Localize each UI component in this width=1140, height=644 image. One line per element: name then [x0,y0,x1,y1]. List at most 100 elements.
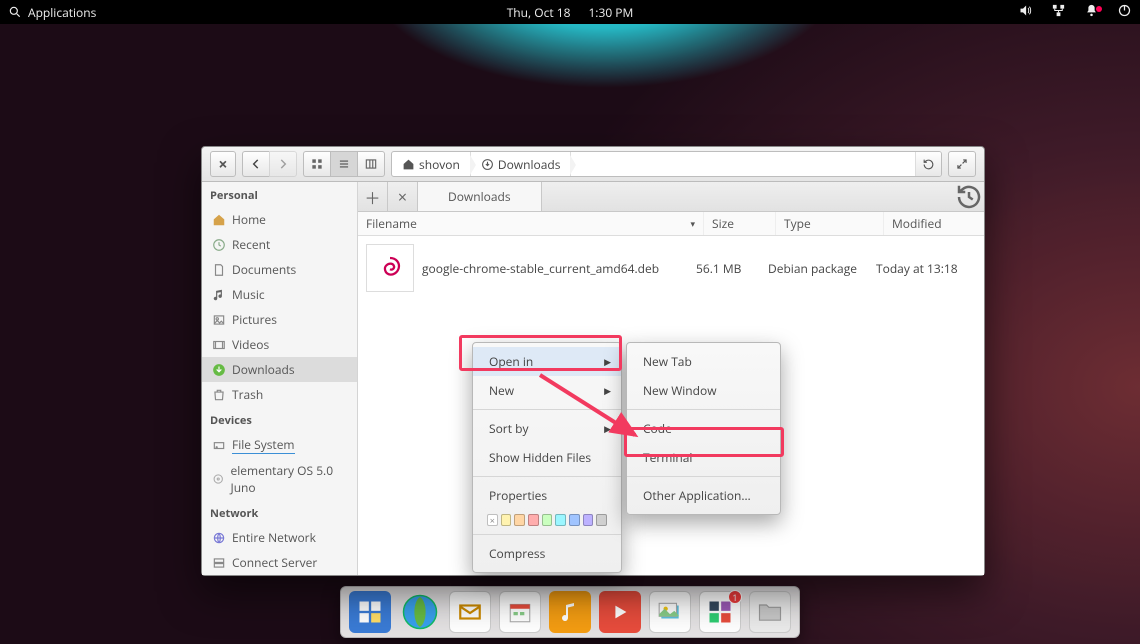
column-header: Filename▾ Size Type Modified [358,212,984,236]
notification-badge [1096,6,1102,12]
sidebar-item-music[interactable]: Music [202,282,357,307]
sidebar-item-videos[interactable]: Videos [202,332,357,357]
power-icon [1117,3,1132,18]
file-modified: Today at 13:18 [876,260,976,277]
ctx-sub-new-window[interactable]: New Window [627,376,780,405]
color-swatch[interactable] [501,514,512,526]
color-none[interactable]: × [487,514,498,526]
color-swatch[interactable] [542,514,553,526]
sort-indicator-icon: ▾ [690,217,695,230]
view-columns-button[interactable] [357,151,385,177]
dock-multitasking[interactable] [349,591,391,633]
ctx-sub-new-tab[interactable]: New Tab [627,347,780,376]
context-menu-main: Open in▶ New▶ Sort by▶ Show Hidden Files… [472,342,622,573]
maximize-icon [955,157,969,171]
notifications-indicator[interactable] [1084,3,1099,22]
applications-menu[interactable]: Applications [8,4,96,21]
sidebar-item-connect-server[interactable]: Connect Server [202,550,357,575]
fm-toolbar: × shovon Downloads [202,147,984,182]
reload-button[interactable] [915,152,941,176]
server-icon [212,556,226,570]
ctx-new[interactable]: New▶ [473,376,621,405]
dock-videos[interactable] [599,591,641,633]
ctx-show-hidden[interactable]: Show Hidden Files [473,443,621,472]
ctx-color-row: × [473,510,621,530]
ctx-sort-by[interactable]: Sort by▶ [473,414,621,443]
ctx-compress[interactable]: Compress [473,539,621,568]
photos-icon [657,599,683,625]
sidebar-item-recent[interactable]: Recent [202,232,357,257]
reload-icon [922,158,935,171]
color-swatch[interactable] [528,514,539,526]
sidebar-item-os-media[interactable]: elementary OS 5.0 Juno [202,458,357,500]
nav-forward-button[interactable] [269,151,297,177]
chevron-right-icon: ▶ [604,422,611,435]
dock-switchboard[interactable]: 1 [699,591,741,633]
panel-date[interactable]: Thu, Oct 18 [507,4,571,21]
nav-back-button[interactable] [242,151,269,177]
sidebar-item-entire-network[interactable]: Entire Network [202,525,357,550]
session-indicator[interactable] [1117,3,1132,22]
ctx-sub-other-app[interactable]: Other Application… [627,481,780,510]
breadcrumb-current-label: Downloads [498,156,561,173]
color-swatch[interactable] [596,514,607,526]
file-size: 56.1 MB [696,260,768,277]
trash-icon [212,388,226,402]
sidebar-item-pictures[interactable]: Pictures [202,307,357,332]
color-swatch[interactable] [555,514,566,526]
dock-mail[interactable] [449,591,491,633]
sound-indicator[interactable] [1018,3,1033,22]
ctx-separator [627,409,780,410]
color-swatch[interactable] [583,514,594,526]
window-close-button[interactable]: × [210,151,236,177]
dock-calendar[interactable] [499,591,541,633]
view-buttons [303,151,385,177]
dock-music[interactable] [549,591,591,633]
sidebar-item-trash[interactable]: Trash [202,382,357,407]
tab-bar: ＋ × Downloads [358,182,984,212]
file-name: google-chrome-stable_current_amd64.deb [422,260,696,277]
context-submenu-open-in: New Tab New Window Code Terminal Other A… [626,342,781,515]
dock-photos[interactable] [649,591,691,633]
nav-buttons [242,151,297,177]
panel-time[interactable]: 1:30 PM [588,4,633,21]
column-type[interactable]: Type [776,212,884,235]
breadcrumb-downloads[interactable]: Downloads [471,152,572,176]
dock-files[interactable] [749,591,791,633]
view-list-button[interactable] [330,151,357,177]
column-size[interactable]: Size [704,212,776,235]
disc-icon [212,472,224,486]
column-filename[interactable]: Filename▾ [358,212,704,235]
sidebar-header-personal: Personal [202,182,357,207]
sidebar: Personal Home Recent Documents Music Pic… [202,182,358,575]
ctx-sub-code[interactable]: Code [627,414,780,443]
network-indicator[interactable] [1051,3,1066,22]
tab-downloads[interactable]: Downloads [418,182,542,211]
history-icon [954,182,984,212]
sidebar-item-downloads[interactable]: Downloads [202,357,357,382]
color-swatch[interactable] [514,514,525,526]
maximize-button[interactable] [948,151,976,177]
sidebar-header-network: Network [202,500,357,525]
color-swatch[interactable] [569,514,580,526]
download-icon [481,158,494,171]
view-icons-button[interactable] [303,151,330,177]
sidebar-item-home[interactable]: Home [202,207,357,232]
tab-history-button[interactable] [954,182,984,211]
volume-icon [1018,3,1033,18]
sidebar-item-documents[interactable]: Documents [202,257,357,282]
file-row[interactable]: google-chrome-stable_current_amd64.deb 5… [358,236,984,300]
arrow-right-icon [276,157,290,171]
ctx-properties[interactable]: Properties [473,481,621,510]
column-modified[interactable]: Modified [884,212,984,235]
ctx-sub-terminal[interactable]: Terminal [627,443,780,472]
breadcrumb-home[interactable]: shovon [392,152,471,176]
sidebar-item-filesystem[interactable]: File System [202,432,357,458]
dock-badge: 1 [728,590,742,604]
ctx-open-in[interactable]: Open in▶ [473,347,621,376]
dock-browser[interactable] [399,591,441,633]
globe-icon [402,594,438,630]
close-tab-button[interactable]: × [388,182,418,211]
applications-label: Applications [28,4,96,21]
new-tab-button[interactable]: ＋ [358,182,388,211]
